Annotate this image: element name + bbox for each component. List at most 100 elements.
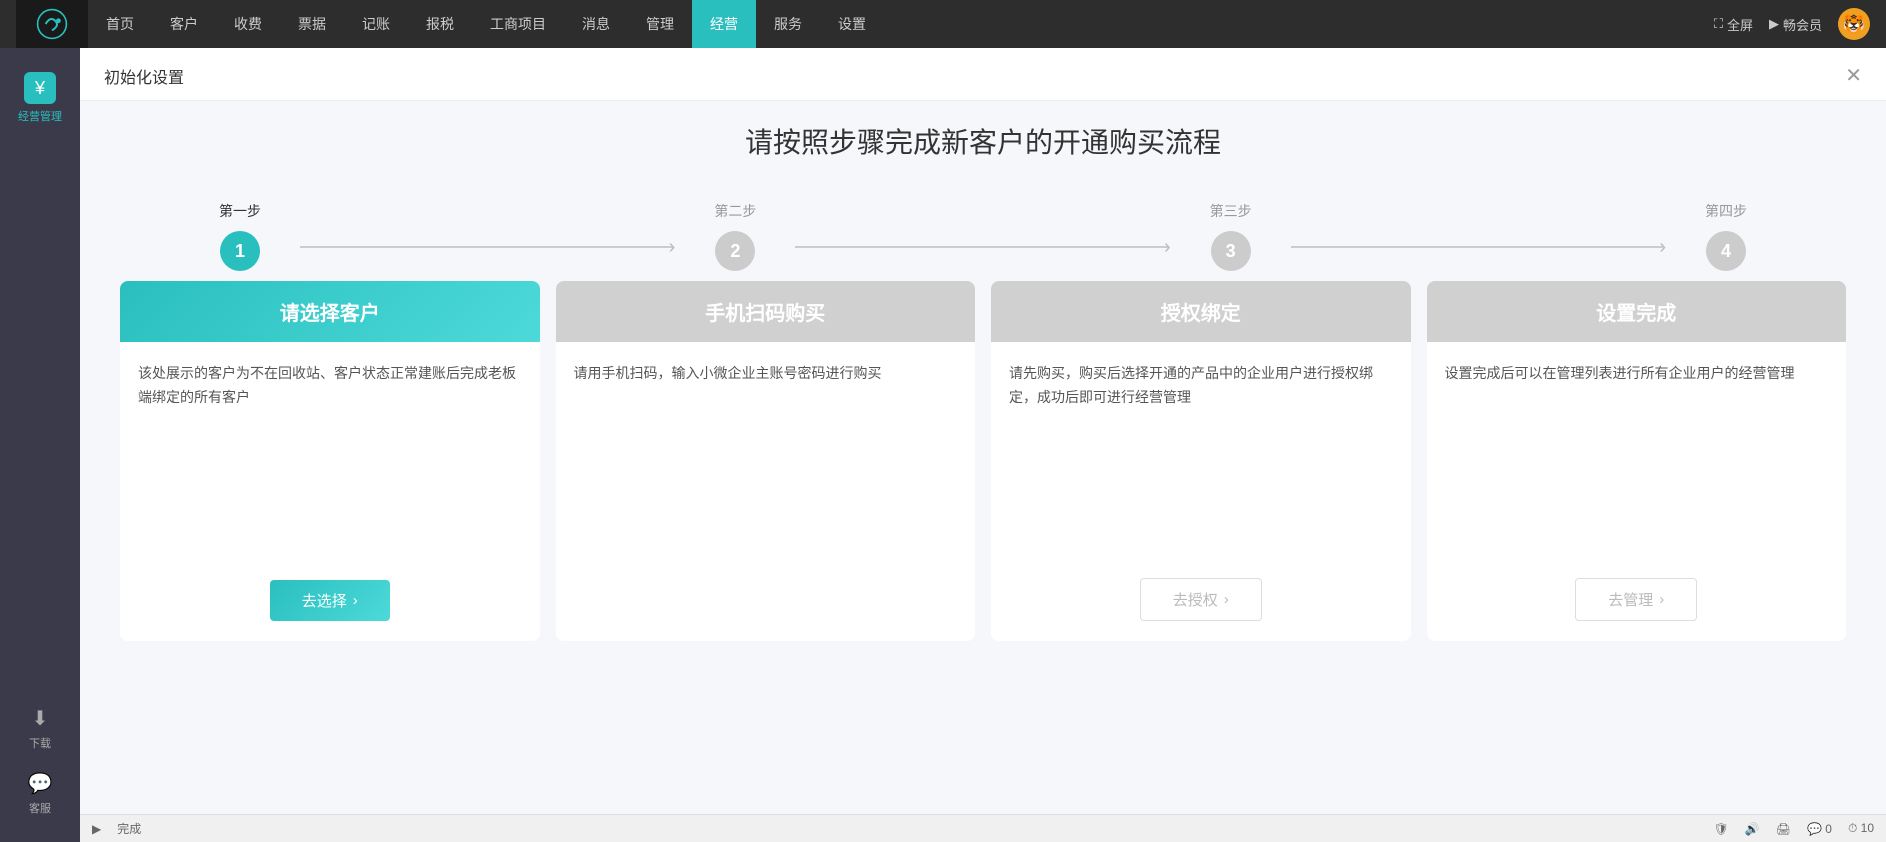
content-area: 初始化设置 ✕ 请按照步骤完成新客户的开通购买流程 第一步 1 ›	[80, 48, 1886, 842]
sound-icon[interactable]: 🔊	[1745, 822, 1760, 836]
nav-service[interactable]: 服务	[756, 0, 820, 48]
fullscreen-icon: ⛶	[1714, 16, 1723, 32]
card-body-text-3: 请先购买，购买后选择开通的产品中的企业用户进行授权绑定，成功后即可进行经营管理	[1009, 365, 1373, 405]
nav-settings[interactable]: 设置	[820, 0, 884, 48]
connector-line-2	[795, 246, 1168, 248]
download-icon: ⬇	[32, 706, 49, 731]
card-header-3: 授权绑定	[991, 281, 1411, 342]
connector-line-3	[1291, 246, 1664, 248]
status-label: 完成	[117, 820, 141, 837]
card-footer-2	[556, 605, 976, 641]
main-layout: ¥ 经营管理 ⬇ 下载 💬 客服 初始化设置 ✕ 请按照步骤完成新客户的开通购买…	[0, 48, 1886, 842]
app-logo	[16, 0, 88, 48]
nav-tax[interactable]: 报税	[408, 0, 472, 48]
card-body-1: 该处展示的客户为不在回收站、客户状态正常建账后完成老板端绑定的所有客户	[120, 342, 540, 564]
nav-business[interactable]: 工商项目	[472, 0, 564, 48]
step-circle-1: 1	[220, 231, 260, 271]
step3-btn-arrow-icon: ›	[1224, 591, 1229, 608]
step-circle-2: 2	[715, 231, 755, 271]
step-card-1: 请选择客户 该处展示的客户为不在回收站、客户状态正常建账后完成老板端绑定的所有客…	[120, 281, 540, 641]
step1-btn-arrow-icon: ›	[353, 592, 358, 609]
shield-icon[interactable]: 🛡	[1714, 822, 1729, 836]
nav-ticket[interactable]: 票据	[280, 0, 344, 48]
fullscreen-label: 全屏	[1727, 15, 1753, 34]
step-indicator-1: 第一步 1	[180, 201, 300, 271]
operation-icon: ¥	[24, 72, 56, 104]
arrow-icon-3: ›	[1659, 236, 1666, 259]
arrow-icon-1: ›	[669, 236, 676, 259]
card-body-3: 请先购买，购买后选择开通的产品中的企业用户进行授权绑定，成功后即可进行经营管理	[991, 342, 1411, 562]
user-avatar[interactable]: 🐯	[1838, 8, 1870, 40]
card-title-3: 授权绑定	[1161, 303, 1241, 325]
card-footer-1: 去选择 ›	[120, 564, 540, 641]
sidebar-item-operation[interactable]: ¥ 经营管理	[0, 60, 80, 136]
main-content: 请按照步骤完成新客户的开通购买流程 第一步 1 › 第二步 2	[80, 101, 1886, 814]
card-footer-3: 去授权 ›	[991, 562, 1411, 641]
step-label-3: 第三步	[1210, 201, 1252, 221]
nav-items: 首页 客户 收费 票据 记账 报税 工商项目 消息 管理 经营 服务 设置	[88, 0, 1714, 48]
step4-action-button[interactable]: 去管理 ›	[1575, 578, 1697, 621]
wizard-title: 请按照步骤完成新客户的开通购买流程	[120, 121, 1846, 161]
step-label-4: 第四步	[1705, 201, 1747, 221]
download-label: 下载	[29, 735, 51, 751]
step-card-4: 设置完成 设置完成后可以在管理列表进行所有企业用户的经营管理 去管理 ›	[1427, 281, 1847, 641]
support-label: 客服	[29, 800, 51, 816]
step4-btn-arrow-icon: ›	[1659, 591, 1664, 608]
card-body-text-2: 请用手机扫码，输入小微企业主账号密码进行购买	[574, 365, 882, 381]
nav-operation[interactable]: 经营	[692, 0, 756, 48]
step-card-2: 手机扫码购买 请用手机扫码，输入小微企业主账号密码进行购买	[556, 281, 976, 641]
close-button[interactable]: ✕	[1845, 66, 1862, 86]
page-title: 初始化设置	[104, 64, 184, 88]
step3-action-button[interactable]: 去授权 ›	[1140, 578, 1262, 621]
status-bar-right: 🛡 🔊 🖨 💬 0 ⏱ 10	[1714, 821, 1874, 836]
step-indicator-2: 第二步 2	[675, 201, 795, 271]
step-circle-4: 4	[1706, 231, 1746, 271]
step4-btn-label: 去管理	[1608, 589, 1653, 610]
card-title-4: 设置完成	[1596, 303, 1676, 325]
nav-right-area: ⛶ 全屏 ▶ 畅会员 🐯	[1714, 8, 1870, 40]
cards-row: 请选择客户 该处展示的客户为不在回收站、客户状态正常建账后完成老板端绑定的所有客…	[120, 281, 1846, 641]
step-label-2: 第二步	[714, 201, 756, 221]
card-body-4: 设置完成后可以在管理列表进行所有企业用户的经营管理	[1427, 342, 1847, 562]
chat-icon[interactable]: 💬 0	[1807, 822, 1832, 836]
play-icon: ▶	[1769, 16, 1779, 32]
step-indicator-4: 第四步 4	[1666, 201, 1786, 271]
card-title-1: 请选择客户	[280, 303, 380, 325]
step1-action-button[interactable]: 去选择 ›	[270, 580, 390, 621]
card-header-1: 请选择客户	[120, 281, 540, 342]
arrow-icon-2: ›	[1164, 236, 1171, 259]
top-navigation: 首页 客户 收费 票据 记账 报税 工商项目 消息 管理 经营 服务 设置 ⛶ …	[0, 0, 1886, 48]
connector-1: ›	[300, 236, 675, 259]
step3-btn-label: 去授权	[1173, 589, 1218, 610]
support-icon: 💬	[28, 771, 53, 796]
nav-customer[interactable]: 客户	[152, 0, 216, 48]
sidebar-item-label: 经营管理	[18, 108, 62, 124]
member-label: 畅会员	[1783, 15, 1822, 34]
sidebar: ¥ 经营管理 ⬇ 下载 💬 客服	[0, 48, 80, 842]
member-button[interactable]: ▶ 畅会员	[1769, 15, 1822, 34]
print-icon[interactable]: 🖨	[1776, 822, 1791, 836]
nav-fee[interactable]: 收费	[216, 0, 280, 48]
connector-3: ›	[1291, 236, 1666, 259]
step-label-1: 第一步	[219, 201, 261, 221]
timer-icon[interactable]: ⏱ 10	[1848, 821, 1874, 836]
sidebar-support[interactable]: 💬 客服	[0, 761, 80, 826]
play-status-icon: ▶	[92, 822, 101, 836]
nav-message[interactable]: 消息	[564, 0, 628, 48]
card-footer-4: 去管理 ›	[1427, 562, 1847, 641]
card-header-2: 手机扫码购买	[556, 281, 976, 342]
card-body-text-1: 该处展示的客户为不在回收站、客户状态正常建账后完成老板端绑定的所有客户	[138, 365, 516, 405]
connector-line-1	[300, 246, 673, 248]
nav-manage[interactable]: 管理	[628, 0, 692, 48]
nav-accounting[interactable]: 记账	[344, 0, 408, 48]
sidebar-download[interactable]: ⬇ 下载	[0, 696, 80, 761]
step-indicator-3: 第三步 3	[1171, 201, 1291, 271]
nav-home[interactable]: 首页	[88, 0, 152, 48]
status-bar: ▶ 完成 🛡 🔊 🖨 💬 0 ⏱ 10	[80, 814, 1886, 842]
connector-2: ›	[795, 236, 1170, 259]
card-header-4: 设置完成	[1427, 281, 1847, 342]
step-card-3: 授权绑定 请先购买，购买后选择开通的产品中的企业用户进行授权绑定，成功后即可进行…	[991, 281, 1411, 641]
sidebar-bottom: ⬇ 下载 💬 客服	[0, 696, 80, 842]
card-title-2: 手机扫码购买	[705, 303, 825, 325]
fullscreen-button[interactable]: ⛶ 全屏	[1714, 15, 1753, 34]
